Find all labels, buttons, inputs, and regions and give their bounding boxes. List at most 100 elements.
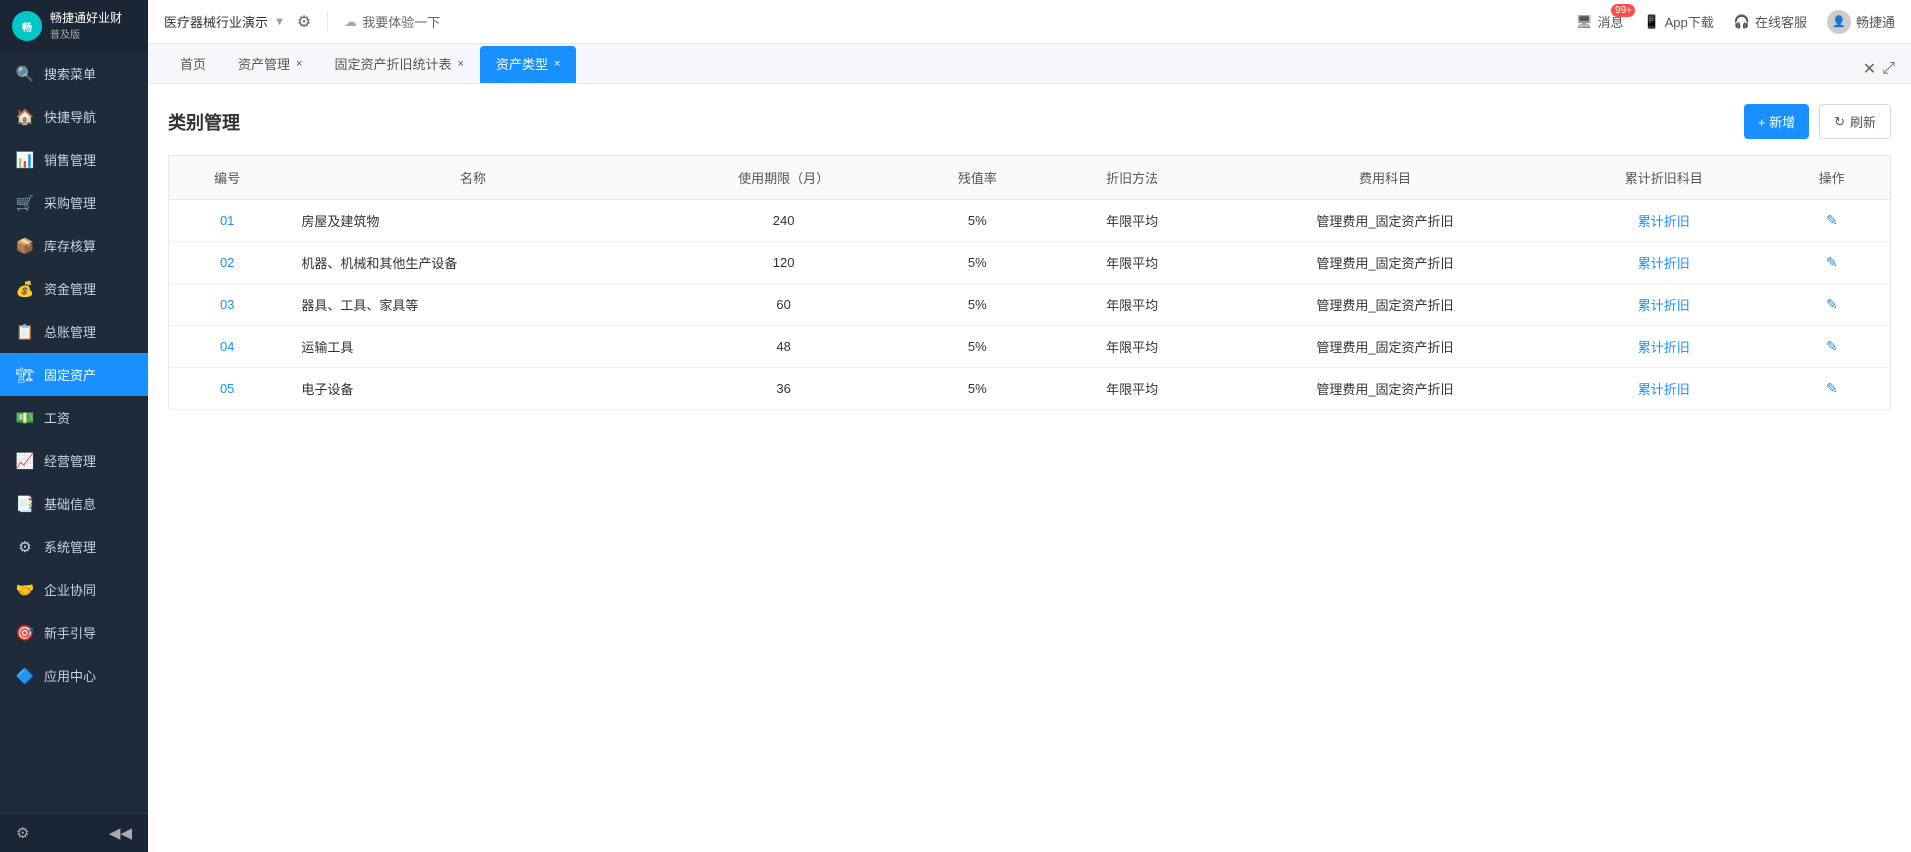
phone-icon: 📱	[1643, 14, 1659, 30]
maximize-icon[interactable]: ⤢	[1882, 60, 1895, 78]
col-header: 折旧方法	[1048, 156, 1216, 200]
messages-button[interactable]: 🖥 消息 99+	[1576, 12, 1624, 31]
sidebar-item-system[interactable]: ⚙系统管理	[0, 525, 148, 568]
settings-footer-icon[interactable]: ⚙	[16, 824, 29, 842]
cell-action[interactable]: ✎	[1774, 284, 1891, 326]
page-actions: + 新增 ↻ 刷新	[1744, 104, 1891, 139]
sidebar-item-basic_info[interactable]: 📑基础信息	[0, 482, 148, 525]
main-area: 医疗器械行业演示 ▼ ⚙ ☁ 我要体验一下 🖥 消息 99+ 📱 App下载 🎧…	[148, 0, 1911, 852]
app_center-icon: 🔷	[16, 667, 34, 685]
refresh-icon: ↻	[1834, 114, 1845, 130]
capital-icon: 💰	[16, 280, 34, 298]
sidebar-item-quick_nav[interactable]: 🏠快捷导航	[0, 95, 148, 138]
topbar: 医疗器械行业演示 ▼ ⚙ ☁ 我要体验一下 🖥 消息 99+ 📱 App下载 🎧…	[148, 0, 1911, 44]
sidebar-footer: ⚙ ◀◀	[0, 813, 148, 852]
messages-badge: 99+	[1611, 4, 1635, 17]
sidebar-item-sales[interactable]: 📊 销售管理	[0, 138, 148, 181]
topbar-settings-icon[interactable]: ⚙	[297, 12, 311, 32]
tab-home[interactable]: 首页	[164, 46, 222, 83]
logo-area: 畅 畅捷通好业财 普及版	[0, 0, 148, 52]
close-window-icon[interactable]: ✕	[1863, 59, 1876, 79]
cell-period: 120	[661, 242, 907, 284]
quick_nav-icon: 🏠	[16, 108, 34, 126]
username-label: 畅捷通	[1856, 12, 1895, 31]
edit-icon[interactable]: ✎	[1826, 254, 1838, 270]
sidebar-item-search[interactable]: 🔍搜索菜单	[0, 52, 148, 95]
logo-text: 畅捷通好业财 普及版	[50, 11, 122, 42]
operation-icon: 📈	[16, 452, 34, 470]
tab-depreciation_table[interactable]: 固定资产折旧统计表×	[318, 46, 479, 83]
table-row: 02 机器、机械和其他生产设备 120 5% 年限平均 管理费用_固定资产折旧 …	[169, 242, 1891, 284]
user-button[interactable]: 👤 畅捷通	[1827, 10, 1895, 34]
edit-icon[interactable]: ✎	[1826, 338, 1838, 354]
edit-icon[interactable]: ✎	[1826, 296, 1838, 312]
tab-asset_mgmt[interactable]: 资产管理 ×	[222, 46, 318, 83]
module-selector[interactable]: 医疗器械行业演示 ▼	[164, 12, 285, 31]
cell-action[interactable]: ✎	[1774, 368, 1891, 410]
tab-close-asset_mgmt[interactable]: ×	[296, 58, 302, 70]
cell-expense: 管理费用_固定资产折旧	[1216, 242, 1554, 284]
experience-button[interactable]: ☁ 我要体验一下	[344, 12, 440, 31]
content-area: 类别管理 + 新增 ↻ 刷新 编号名称使用期限（月）残值率折旧方法费用科目累计折…	[148, 84, 1911, 852]
sidebar: 畅 畅捷通好业财 普及版 🔍搜索菜单🏠快捷导航 📊 销售管理 🛒采购管理📦库存核算 💰 资…	[0, 0, 148, 852]
cell-residual: 5%	[906, 200, 1048, 242]
tab-close-asset_type[interactable]: ×	[554, 58, 560, 70]
cell-method: 年限平均	[1048, 368, 1216, 410]
cell-method: 年限平均	[1048, 284, 1216, 326]
cell-expense: 管理费用_固定资产折旧	[1216, 368, 1554, 410]
col-header: 累计折旧科目	[1554, 156, 1774, 200]
tab-label-asset_mgmt: 资产管理	[238, 54, 290, 73]
sales-icon: 📊	[16, 151, 34, 169]
tab-asset_type[interactable]: 资产类型×	[480, 46, 576, 83]
online-service-button[interactable]: 🎧 在线客服	[1734, 12, 1807, 31]
collapse-icon[interactable]: ◀◀	[109, 824, 132, 842]
cell-accumulated: 累计折旧	[1554, 368, 1774, 410]
cell-residual: 5%	[906, 242, 1048, 284]
service-icon: 🎧	[1734, 14, 1750, 30]
sidebar-item-capital[interactable]: 💰 资金管理	[0, 267, 148, 310]
table-header: 编号名称使用期限（月）残值率折旧方法费用科目累计折旧科目操作	[169, 156, 1891, 200]
guide-icon: 🎯	[16, 624, 34, 642]
table-row: 03 器具、工具、家具等 60 5% 年限平均 管理费用_固定资产折旧 累计折旧…	[169, 284, 1891, 326]
col-header: 残值率	[906, 156, 1048, 200]
payroll-icon: 💵	[16, 409, 34, 427]
sidebar-item-app_center[interactable]: 🔷应用中心	[0, 654, 148, 697]
cell-expense: 管理费用_固定资产折旧	[1216, 200, 1554, 242]
sidebar-item-ledger[interactable]: 📋总账管理	[0, 310, 148, 353]
cell-accumulated: 累计折旧	[1554, 200, 1774, 242]
sidebar-item-inventory[interactable]: 📦库存核算	[0, 224, 148, 267]
cell-residual: 5%	[906, 326, 1048, 368]
cell-action[interactable]: ✎	[1774, 326, 1891, 368]
enterprise-icon: 🤝	[16, 581, 34, 599]
edit-icon[interactable]: ✎	[1826, 380, 1838, 396]
new-button[interactable]: + 新增	[1744, 104, 1809, 139]
cell-id: 01	[169, 200, 286, 242]
sidebar-label-basic_info: 基础信息	[44, 494, 96, 513]
online-service-label: 在线客服	[1755, 12, 1807, 31]
sidebar-item-fixed_assets[interactable]: 🏗固定资产	[0, 353, 148, 396]
cell-period: 36	[661, 368, 907, 410]
system-icon: ⚙	[16, 538, 34, 556]
sidebar-item-payroll[interactable]: 💵工资	[0, 396, 148, 439]
sidebar-item-enterprise[interactable]: 🤝企业协同	[0, 568, 148, 611]
cell-action[interactable]: ✎	[1774, 200, 1891, 242]
cell-method: 年限平均	[1048, 200, 1216, 242]
refresh-label: 刷新	[1850, 112, 1876, 131]
category-table: 编号名称使用期限（月）残值率折旧方法费用科目累计折旧科目操作 01 房屋及建筑物…	[168, 155, 1891, 410]
col-header: 名称	[285, 156, 660, 200]
sidebar-label-capital: 资金管理	[44, 279, 96, 298]
app-download-button[interactable]: 📱 App下载	[1643, 12, 1713, 31]
sidebar-item-guide[interactable]: 🎯新手引导	[0, 611, 148, 654]
sidebar-item-operation[interactable]: 📈经营管理	[0, 439, 148, 482]
sidebar-label-sales: 销售管理	[44, 150, 96, 169]
col-header: 操作	[1774, 156, 1891, 200]
cell-id: 03	[169, 284, 286, 326]
table-row: 01 房屋及建筑物 240 5% 年限平均 管理费用_固定资产折旧 累计折旧 ✎	[169, 200, 1891, 242]
cell-action[interactable]: ✎	[1774, 242, 1891, 284]
table-header-row: 编号名称使用期限（月）残值率折旧方法费用科目累计折旧科目操作	[169, 156, 1891, 200]
refresh-button[interactable]: ↻ 刷新	[1819, 104, 1891, 139]
fixed_assets-icon: 🏗	[16, 366, 34, 384]
sidebar-item-purchase[interactable]: 🛒采购管理	[0, 181, 148, 224]
tab-close-depreciation_table[interactable]: ×	[457, 58, 463, 70]
edit-icon[interactable]: ✎	[1826, 212, 1838, 228]
